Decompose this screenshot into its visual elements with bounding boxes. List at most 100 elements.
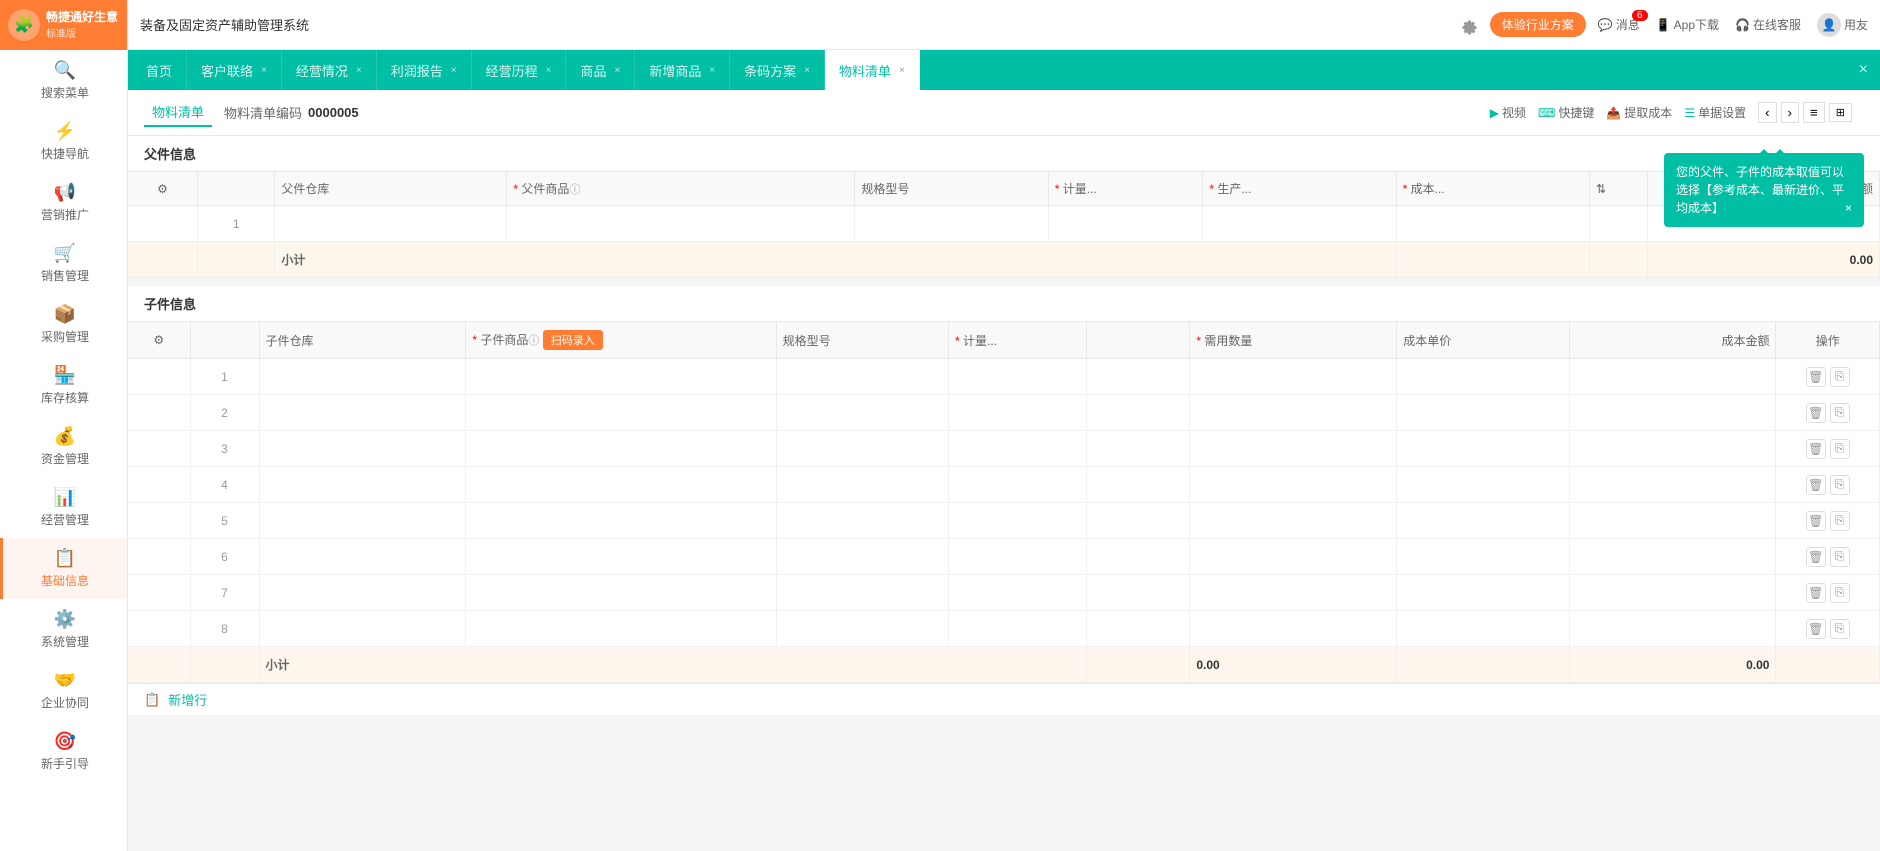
child-row5-qty[interactable]: [1190, 503, 1397, 539]
child-row6-price[interactable]: [1397, 539, 1569, 575]
tab-bizhistory[interactable]: 经营历程 ×: [472, 50, 567, 90]
sidebar-item-finance[interactable]: 💰 资金管理: [0, 416, 127, 477]
subheader-tab-bom[interactable]: 物料清单: [144, 98, 212, 127]
sidebar-item-inventory[interactable]: 🏪 库存核算: [0, 355, 127, 416]
sidebar-item-collab[interactable]: 🤝 企业协同: [0, 660, 127, 721]
child-row3-qty[interactable]: [1190, 431, 1397, 467]
child-row5-spec[interactable]: [776, 503, 948, 539]
child-row1-unit[interactable]: [949, 359, 1087, 395]
child-row4-qty[interactable]: [1190, 467, 1397, 503]
child-row8-copy-icon[interactable]: ⎘: [1830, 619, 1850, 639]
expand-btn[interactable]: ⊞: [1829, 103, 1852, 122]
child-row3-copy-icon[interactable]: ⎘: [1830, 439, 1850, 459]
child-row8-delete-icon[interactable]: 🗑: [1806, 619, 1826, 639]
child-row6-qty[interactable]: [1190, 539, 1397, 575]
online-service-item[interactable]: 🎧 在线客服: [1735, 16, 1801, 33]
child-row5-product[interactable]: [466, 503, 776, 539]
message-icon-item[interactable]: 💬 消息 6: [1598, 16, 1640, 33]
sidebar-item-basic[interactable]: 📋 基础信息: [0, 538, 127, 599]
sidebar-item-quicknav[interactable]: ⚡ 快捷导航: [0, 111, 127, 172]
child-row4-spec[interactable]: [776, 467, 948, 503]
parent-row1-unit[interactable]: [1048, 206, 1203, 242]
child-row8-spec[interactable]: [776, 611, 948, 647]
child-row2-unit[interactable]: [949, 395, 1087, 431]
child-row6-copy-icon[interactable]: ⎘: [1830, 547, 1850, 567]
child-row1-copy-icon[interactable]: ⎘: [1830, 367, 1850, 387]
child-row8-product[interactable]: [466, 611, 776, 647]
child-row8-qty[interactable]: [1190, 611, 1397, 647]
child-row4-warehouse[interactable]: [259, 467, 466, 503]
action-single-settings[interactable]: ☰ 单据设置: [1684, 104, 1746, 121]
menu-btn[interactable]: ≡: [1803, 102, 1825, 123]
child-row7-spec[interactable]: [776, 575, 948, 611]
sidebar-item-marketing[interactable]: 📢 营销推广: [0, 172, 127, 233]
child-row4-product[interactable]: [466, 467, 776, 503]
scan-btn[interactable]: 扫码录入: [543, 330, 603, 350]
child-row1-qty[interactable]: [1190, 359, 1397, 395]
tab-profit[interactable]: 利润报告 ×: [377, 50, 472, 90]
sidebar-item-operation[interactable]: 📊 经营管理: [0, 477, 127, 538]
child-row2-spec[interactable]: [776, 395, 948, 431]
child-row2-copy-icon[interactable]: ⎘: [1830, 403, 1850, 423]
child-row4-unit[interactable]: [949, 467, 1087, 503]
child-row3-warehouse[interactable]: [259, 431, 466, 467]
settings-icon[interactable]: [1458, 15, 1478, 35]
tab-bizstatus[interactable]: 经营情况 ×: [282, 50, 377, 90]
child-row1-warehouse[interactable]: [259, 359, 466, 395]
child-row2-product[interactable]: [466, 395, 776, 431]
tab-customer[interactable]: 客户联络 ×: [187, 50, 282, 90]
child-row4-delete-icon[interactable]: 🗑: [1806, 475, 1826, 495]
child-row7-qty[interactable]: [1190, 575, 1397, 611]
child-row3-spec[interactable]: [776, 431, 948, 467]
tab-bizhistory-close[interactable]: ×: [546, 65, 552, 76]
tab-home[interactable]: 首页: [132, 50, 187, 90]
child-row7-unit[interactable]: [949, 575, 1087, 611]
child-row6-warehouse[interactable]: [259, 539, 466, 575]
child-row8-unit[interactable]: [949, 611, 1087, 647]
sidebar-item-guide[interactable]: 🎯 新手引导: [0, 721, 127, 782]
child-row5-delete-icon[interactable]: 🗑: [1806, 511, 1826, 531]
child-row2-delete-icon[interactable]: 🗑: [1806, 403, 1826, 423]
parent-row1-spec[interactable]: [855, 206, 1048, 242]
tab-goods[interactable]: 商品 ×: [566, 50, 635, 90]
sidebar-item-search[interactable]: 🔍 搜索菜单: [0, 50, 127, 111]
child-row1-product[interactable]: [466, 359, 776, 395]
child-row6-unit[interactable]: [949, 539, 1087, 575]
child-row4-copy-icon[interactable]: ⎘: [1830, 475, 1850, 495]
child-row2-qty[interactable]: [1190, 395, 1397, 431]
child-row3-product[interactable]: [466, 431, 776, 467]
child-row7-warehouse[interactable]: [259, 575, 466, 611]
child-row6-product[interactable]: [466, 539, 776, 575]
child-row8-warehouse[interactable]: [259, 611, 466, 647]
parent-row1-production[interactable]: [1203, 206, 1396, 242]
child-row3-delete-icon[interactable]: 🗑: [1806, 439, 1826, 459]
child-row2-warehouse[interactable]: [259, 395, 466, 431]
sidebar-item-purchase[interactable]: 📦 采购管理: [0, 294, 127, 355]
child-row1-delete-icon[interactable]: 🗑: [1806, 367, 1826, 387]
tab-bom[interactable]: 物料清单 ×: [825, 50, 920, 90]
child-row4-price[interactable]: [1397, 467, 1569, 503]
child-row7-price[interactable]: [1397, 575, 1569, 611]
child-row1-spec[interactable]: [776, 359, 948, 395]
child-row6-spec[interactable]: [776, 539, 948, 575]
app-download-item[interactable]: 📱 App下载: [1656, 16, 1719, 33]
tab-bizstatus-close[interactable]: ×: [356, 65, 362, 76]
child-row1-price[interactable]: [1397, 359, 1569, 395]
child-row7-copy-icon[interactable]: ⎘: [1830, 583, 1850, 603]
tab-goods-close[interactable]: ×: [614, 65, 620, 76]
next-btn[interactable]: ›: [1781, 102, 1799, 123]
tab-customer-close[interactable]: ×: [261, 65, 267, 76]
child-row3-unit[interactable]: [949, 431, 1087, 467]
parent-row1-product[interactable]: [507, 206, 855, 242]
child-row7-product[interactable]: [466, 575, 776, 611]
action-extract-cost[interactable]: 📤 提取成本: [1606, 104, 1672, 121]
tab-newgoods[interactable]: 新增商品 ×: [635, 50, 730, 90]
tab-barcode-close[interactable]: ×: [804, 65, 810, 76]
child-row5-price[interactable]: [1397, 503, 1569, 539]
tab-barcode[interactable]: 条码方案 ×: [730, 50, 825, 90]
action-extract-cost[interactable]: ▶ 视频: [1490, 104, 1526, 121]
prev-btn[interactable]: ‹: [1758, 102, 1776, 123]
child-row5-warehouse[interactable]: [259, 503, 466, 539]
sidebar-item-sales[interactable]: 🛒 销售管理: [0, 233, 127, 294]
parent-row1-cost[interactable]: [1396, 206, 1589, 242]
